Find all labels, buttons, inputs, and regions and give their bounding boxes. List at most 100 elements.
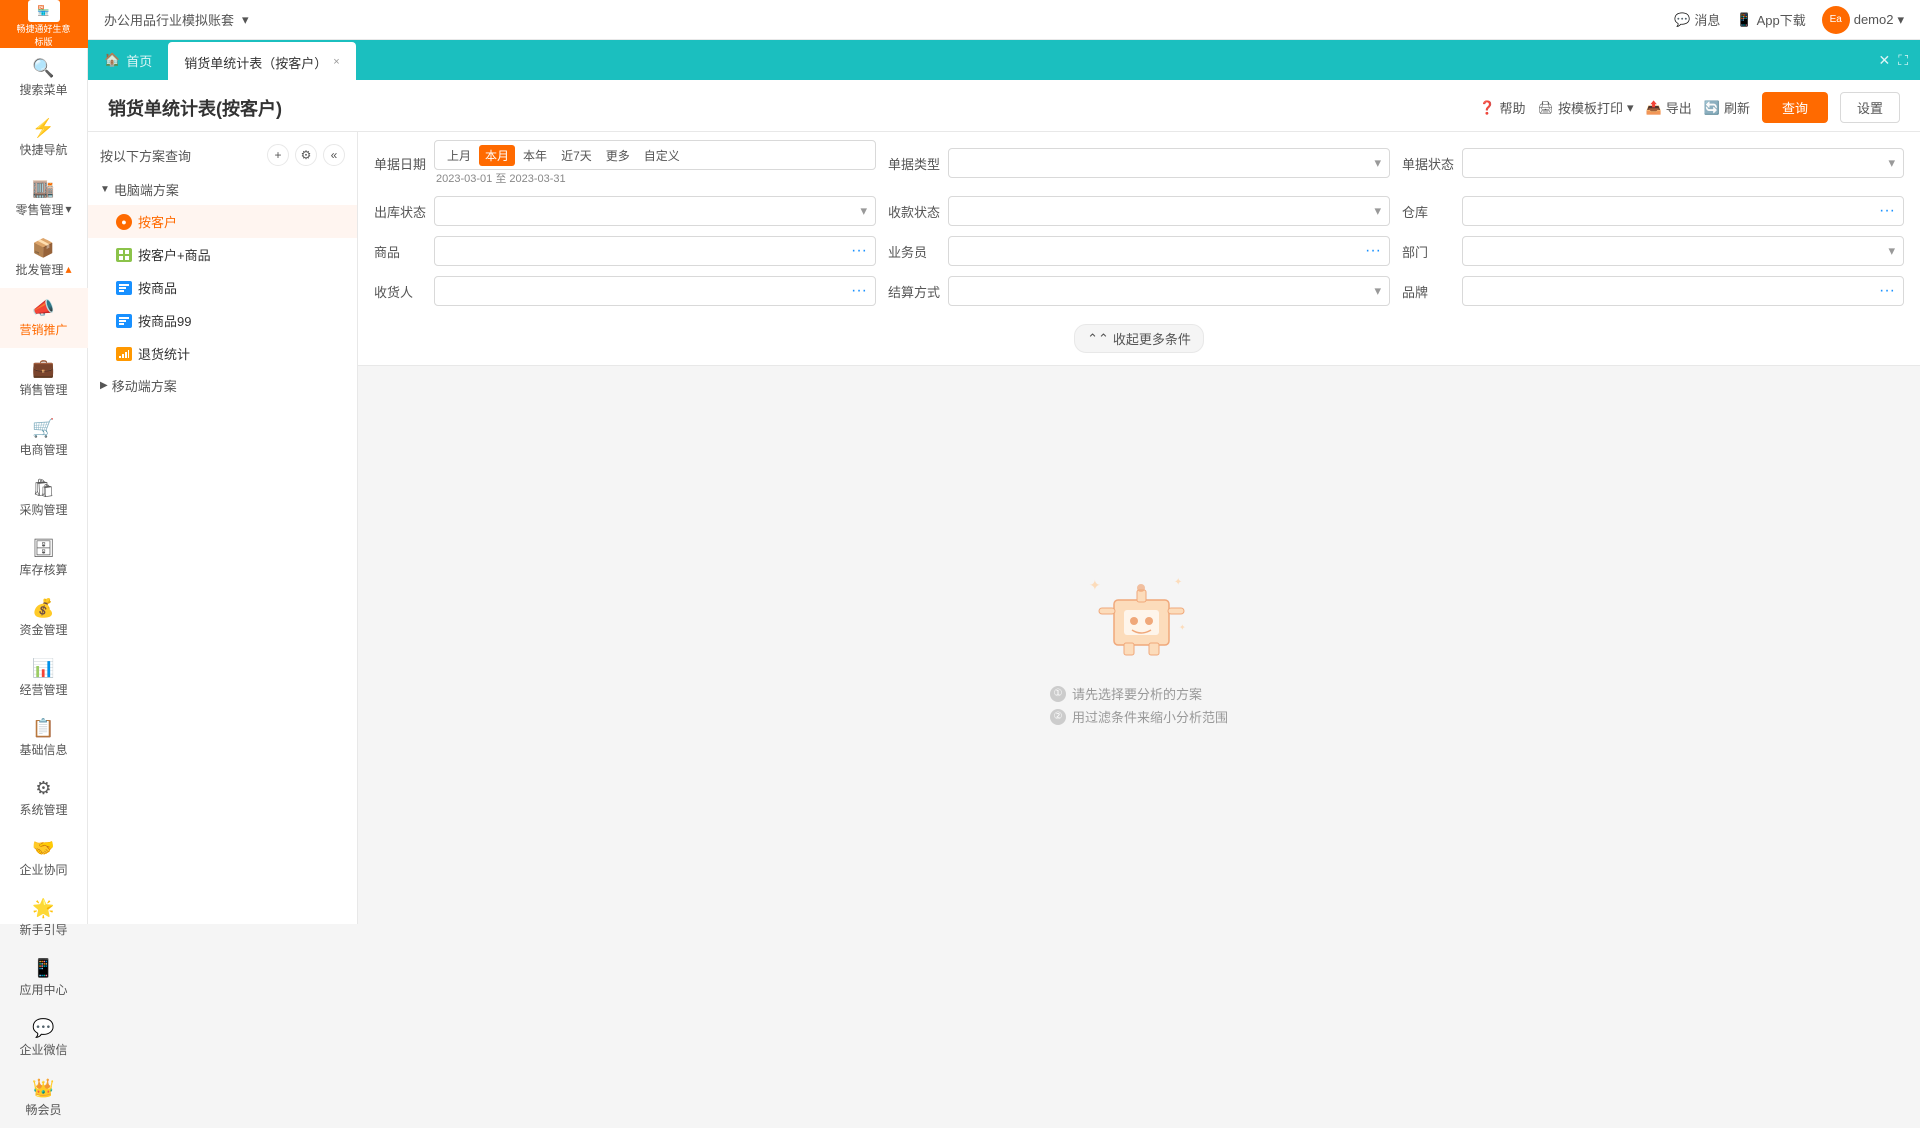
doc-type-input[interactable]: ▾: [948, 148, 1390, 178]
product-input[interactable]: ···: [434, 236, 876, 266]
refresh-btn[interactable]: 🔄 刷新: [1704, 98, 1750, 117]
mobile-section-title[interactable]: ▶ 移动端方案: [88, 370, 357, 401]
scheme-item-return-stats[interactable]: 退货统计: [88, 337, 357, 370]
sidebar-item-inventory[interactable]: 🗄 库存核算: [0, 528, 88, 588]
setting-btn[interactable]: 设置: [1840, 92, 1900, 123]
scheme-item-by-product[interactable]: 按商品: [88, 271, 357, 304]
content-area: 销货单统计表(按客户) ❓ 帮助 🖨 按模板打印 ▾ 📤 导出 🔄 刷新: [88, 80, 1920, 924]
salesperson-input[interactable]: ···: [948, 236, 1390, 266]
empty-tip-2: ② 用过滤条件来缩小分析范围: [1050, 707, 1228, 726]
industry-dropdown-icon[interactable]: ▾: [242, 12, 249, 28]
scheme-item-by-customer-product[interactable]: 按客户+商品: [88, 238, 357, 271]
department-input[interactable]: ▾: [1462, 236, 1904, 266]
sidebar-item-ecommerce[interactable]: 🛒 电商管理: [0, 408, 88, 468]
empty-illustration: ✦ ✦ ✦: [1079, 560, 1199, 660]
doc-status-input[interactable]: ▾: [1462, 148, 1904, 178]
sidebar-item-vip[interactable]: 👑 畅会员: [0, 1068, 88, 1128]
date-tab-7days[interactable]: 近7天: [555, 145, 598, 166]
refresh-label: 刷新: [1724, 98, 1750, 117]
salesperson-dots[interactable]: ···: [1365, 242, 1381, 260]
date-tab-last-month[interactable]: 上月: [441, 145, 477, 166]
tip1-num: ①: [1050, 686, 1066, 702]
mobile-section-triangle: ▶: [100, 380, 108, 391]
collapse-btn[interactable]: ⌃⌃ 收起更多条件: [1074, 324, 1204, 353]
date-field: 单据日期 上月 本月 本年 近7天 更多 自定义: [374, 140, 876, 186]
date-tabs-row[interactable]: 上月 本月 本年 近7天 更多 自定义: [434, 140, 876, 170]
doc-type-label: 单据类型: [888, 154, 940, 173]
sidebar-item-newguide[interactable]: 🌟 新手引导: [0, 888, 88, 948]
product-field: 商品 ···: [374, 236, 876, 266]
scheme-add-btn[interactable]: +: [267, 144, 289, 166]
pc-section-triangle: ▼: [100, 184, 110, 195]
scheme-settings-btn[interactable]: ⚙: [295, 144, 317, 166]
pc-section-label: 电脑端方案: [114, 180, 179, 199]
operations-icon: 📊: [4, 658, 84, 679]
date-tab-custom[interactable]: 自定义: [638, 145, 686, 166]
sidebar-item-search[interactable]: 🔍 搜索菜单: [0, 48, 88, 108]
scheme-item-by-customer[interactable]: ● 按客户: [88, 205, 357, 238]
user-info[interactable]: Ea demo2 ▾: [1822, 6, 1904, 34]
app-download-btn[interactable]: 📱 App下载: [1736, 10, 1805, 29]
scheme-collapse-btn[interactable]: «: [323, 144, 345, 166]
sidebar-item-sales[interactable]: 💼 销售管理: [0, 348, 88, 408]
scheme-label-by-customer-product: 按客户+商品: [138, 245, 211, 264]
query-btn[interactable]: 查询: [1762, 92, 1828, 123]
main-area: 办公用品行业模拟账套 ▾ 💬 消息 📱 App下载 Ea demo2 ▾ �: [88, 0, 1920, 924]
tab-home[interactable]: 🏠 首页: [88, 40, 168, 80]
warehouse-dots[interactable]: ···: [1879, 202, 1895, 220]
system-icon: ⚙: [4, 778, 84, 799]
tab-home-label: 首页: [126, 51, 152, 70]
recipient-dots[interactable]: ···: [851, 282, 867, 300]
pc-section-title[interactable]: ▼ 电脑端方案: [88, 174, 357, 205]
salesperson-field: 业务员 ···: [888, 236, 1390, 266]
product-label: 商品: [374, 242, 426, 261]
sidebar-label-appcenter: 应用中心: [4, 981, 84, 998]
brand-field: 品牌 ···: [1402, 276, 1904, 306]
sidebar-item-retail[interactable]: 🏬 零售管理 ▾: [0, 168, 88, 228]
tab-close-all-btn[interactable]: ✕: [1878, 52, 1890, 69]
tab-close-btn[interactable]: ×: [333, 56, 339, 68]
payment-input[interactable]: ▾: [948, 276, 1390, 306]
sidebar-item-system[interactable]: ⚙ 系统管理: [0, 768, 88, 828]
brand-label: 品牌: [1402, 282, 1454, 301]
sidebar-item-wholesale[interactable]: 📦 批发管理 ▴: [0, 228, 88, 288]
export-btn[interactable]: 📤 导出: [1646, 98, 1692, 117]
product-dots[interactable]: ···: [851, 242, 867, 260]
receipt-status-input[interactable]: ▾: [948, 196, 1390, 226]
sidebar-item-appcenter[interactable]: 📱 应用中心: [0, 948, 88, 1008]
brand-input[interactable]: ···: [1462, 276, 1904, 306]
sidebar-label-shortcut: 快捷导航: [4, 141, 84, 158]
scheme-icon-product99: [116, 314, 132, 328]
recipient-input[interactable]: ···: [434, 276, 876, 306]
scheme-section-mobile: ▶ 移动端方案: [88, 370, 357, 401]
brand-dots[interactable]: ···: [1879, 282, 1895, 300]
app-download-label: App下载: [1757, 10, 1806, 29]
sidebar-item-enterprise[interactable]: 🤝 企业协同: [0, 828, 88, 888]
sidebar-item-purchase[interactable]: 🛍 采购管理: [0, 468, 88, 528]
out-status-input[interactable]: ▾: [434, 196, 876, 226]
message-btn[interactable]: 💬 消息: [1674, 10, 1720, 29]
date-tab-more[interactable]: 更多: [600, 145, 636, 166]
help-btn[interactable]: ❓ 帮助: [1479, 98, 1525, 117]
date-tab-this-month[interactable]: 本月: [479, 145, 515, 166]
sidebar-item-basic[interactable]: 📋 基础信息: [0, 708, 88, 768]
filter-row-4: 收货人 ··· 结算方式 ▾: [374, 276, 1904, 306]
sidebar-item-marketing[interactable]: 📣 营销推广: [0, 288, 88, 348]
print-btn[interactable]: 🖨 按模板打印 ▾: [1538, 98, 1634, 117]
warehouse-field: 仓库 ···: [1402, 196, 1904, 226]
tab-fullscreen-btn[interactable]: ⛶: [1898, 52, 1908, 69]
sidebar-item-finance[interactable]: 💰 资金管理: [0, 588, 88, 648]
search-icon: 🔍: [4, 58, 84, 79]
scheme-item-by-product-99[interactable]: 按商品99: [88, 304, 357, 337]
sidebar-label-sales: 销售管理: [4, 381, 84, 398]
sidebar-item-shortcut[interactable]: ⚡ 快捷导航: [0, 108, 88, 168]
date-range-display: 2023-03-01 至 2023-03-31: [434, 170, 876, 186]
sidebar-item-operations[interactable]: 📊 经营管理: [0, 648, 88, 708]
tab-bar: 🏠 首页 销货单统计表（按客户） × ✕ ⛶: [88, 40, 1920, 80]
tab-sales-stats[interactable]: 销货单统计表（按客户） ×: [168, 42, 355, 82]
date-tab-this-year[interactable]: 本年: [517, 145, 553, 166]
sidebar-item-wechat[interactable]: 💬 企业微信: [0, 1008, 88, 1068]
doc-type-field: 单据类型 ▾: [888, 148, 1390, 178]
warehouse-input[interactable]: ···: [1462, 196, 1904, 226]
tip1-text: 请先选择要分析的方案: [1072, 684, 1202, 703]
